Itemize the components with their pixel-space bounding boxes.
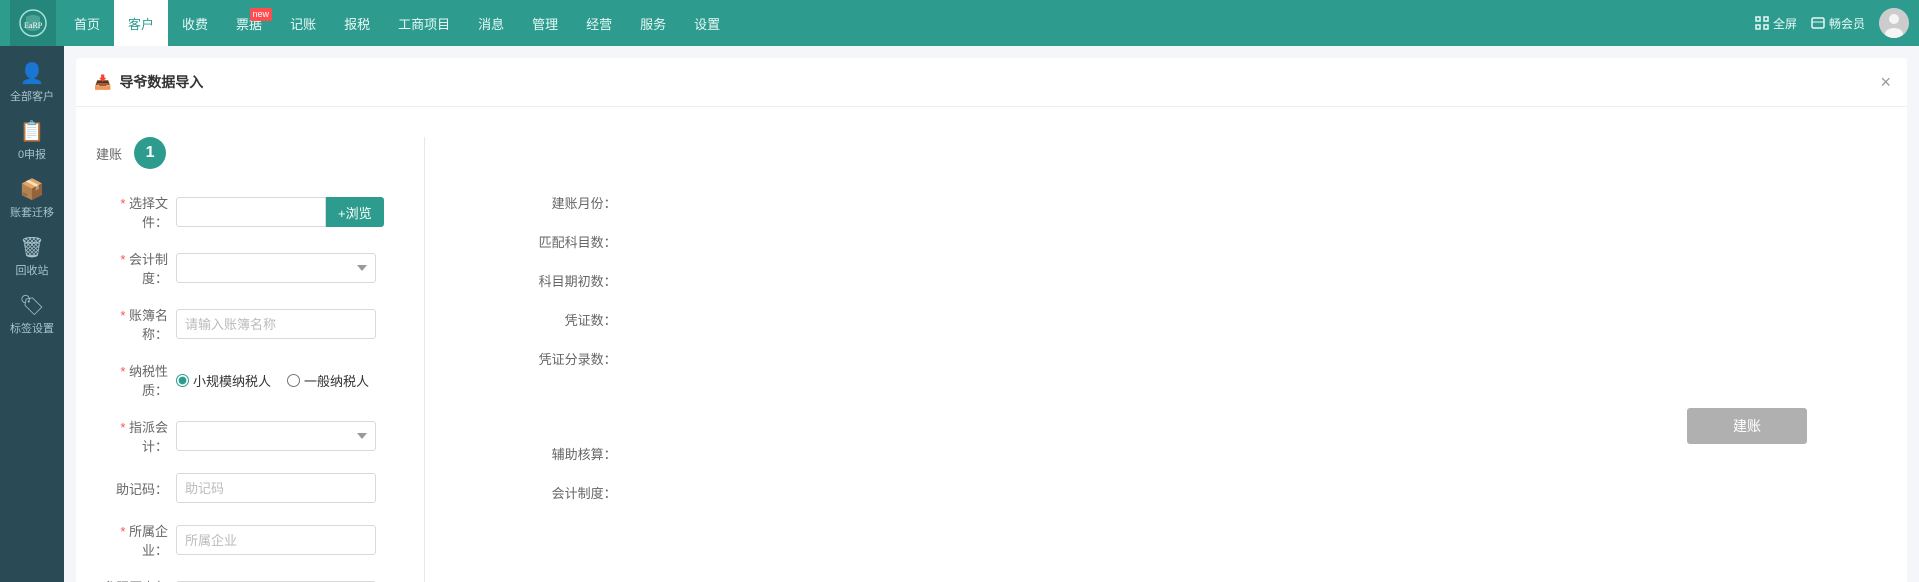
sidebar-item-all-clients[interactable]: 👤 全部客户 (0, 54, 64, 112)
nav-invoice[interactable]: 票据 new (222, 0, 276, 46)
sidebar-item-migrate[interactable]: 📦 账套迁移 (0, 170, 64, 228)
step-circle: 1 (134, 137, 166, 169)
nav-menu: 首页 客户 收费 票据 new 记账 报税 工商项目 消息 管理 经营 服务 设… (60, 0, 734, 46)
subject-init-row: 科目期初数： (525, 271, 1887, 290)
fullscreen-button[interactable]: 全屏 (1755, 15, 1797, 32)
dialog-title-icon: 📥 (94, 74, 111, 91)
avatar-icon (1879, 8, 1909, 38)
svg-text:EaRP: EaRP (24, 21, 43, 30)
info-panel: 建账月份： 匹配科目数： 科目期初数： 凭证数： (525, 137, 1887, 582)
ref-year-label: 参照历史年度： (96, 577, 176, 582)
fullscreen-icon (1755, 16, 1769, 30)
nav-manage[interactable]: 管理 (518, 0, 572, 46)
member-button[interactable]: 畅会员 (1811, 15, 1865, 32)
accountant-label: 指派会计： (96, 417, 176, 455)
nav-service[interactable]: 服务 (626, 0, 680, 46)
accountant-row: 指派会计： (96, 417, 384, 455)
match-subject-label: 匹配科目数： (525, 232, 625, 251)
company-label: 所属企业： (96, 521, 176, 559)
tax-small-radio[interactable] (176, 374, 189, 387)
member-icon (1811, 16, 1825, 30)
nav-tax[interactable]: 报税 (330, 0, 384, 46)
panel-divider (424, 137, 425, 582)
form-section: 建账 1 选择文件： +浏览 会计制度： (96, 137, 384, 582)
tax-general-radio[interactable] (287, 374, 300, 387)
file-label: 选择文件： (96, 193, 176, 231)
file-input-group: +浏览 (176, 197, 384, 227)
nav-settings[interactable]: 设置 (680, 0, 734, 46)
ledger-name-label: 账簿名称： (96, 305, 176, 343)
build-button[interactable]: 建账 (1687, 408, 1807, 444)
ref-year-row: 参照历史年度： (96, 577, 384, 582)
nav-message[interactable]: 消息 (464, 0, 518, 46)
account-system-select[interactable] (176, 253, 376, 283)
dialog-header: 📥 导爷数据导入 (76, 58, 1907, 107)
nav-client[interactable]: 客户 (114, 0, 168, 46)
build-month-label: 建账月份： (525, 193, 625, 212)
tag-icon: 🏷 (19, 296, 44, 316)
nav-industry[interactable]: 工商项目 (384, 0, 464, 46)
account-system-row: 会计制度： (96, 249, 384, 287)
company-input[interactable] (176, 525, 376, 555)
company-row: 所属企业： (96, 521, 384, 559)
nav-right-area: 全屏 畅会员 (1755, 8, 1909, 38)
voucher-row: 凭证数： (525, 310, 1887, 329)
nav-home[interactable]: 首页 (60, 0, 114, 46)
user-avatar[interactable] (1879, 8, 1909, 38)
memo-row: 助记码： (96, 473, 384, 503)
new-badge: new (250, 8, 273, 21)
dialog-body: 建账 1 选择文件： +浏览 会计制度： (76, 107, 1907, 582)
memo-label: 助记码： (96, 479, 176, 498)
voucher-entries-label: 凭证分录数： (525, 349, 625, 368)
file-row: 选择文件： +浏览 (96, 193, 384, 231)
tax-type-radio-group: 小规模纳税人 一般纳税人 (176, 371, 369, 390)
all-clients-icon: 👤 (20, 64, 45, 84)
step-header: 建账 1 (96, 137, 384, 169)
ledger-name-input[interactable] (176, 309, 376, 339)
browse-button[interactable]: +浏览 (326, 197, 384, 227)
sidebar-item-trash[interactable]: 🗑 回收站 (0, 228, 64, 286)
info-account-system-row: 会计制度： (525, 483, 1887, 502)
step-label: 建账 (96, 144, 122, 163)
dialog-title: 导爷数据导入 (119, 72, 203, 92)
account-system-label: 会计制度： (96, 249, 176, 287)
nav-fee[interactable]: 收费 (168, 0, 222, 46)
sidebar-item-tag[interactable]: 🏷 标签设置 (0, 286, 64, 344)
top-navigation: EaRP 首页 客户 收费 票据 new 记账 报税 工商项目 消息 管理 经营… (0, 0, 1919, 46)
accountant-select[interactable] (176, 421, 376, 451)
main-layout: 👤 全部客户 📋 0申报 📦 账套迁移 🗑 回收站 🏷 标签设置 📥 导爷数据导… (0, 46, 1919, 582)
nav-operate[interactable]: 经营 (572, 0, 626, 46)
nav-account[interactable]: 记账 (276, 0, 330, 46)
voucher-entries-row: 凭证分录数： (525, 349, 1887, 368)
close-button[interactable]: × (1880, 72, 1891, 93)
trash-icon: 🗑 (19, 238, 44, 258)
tax-small-option[interactable]: 小规模纳税人 (176, 371, 271, 390)
aux-accounting-row: 辅助核算： (525, 444, 1887, 463)
app-logo[interactable]: EaRP (10, 0, 56, 46)
tax-type-label: 纳税性质： (96, 361, 176, 399)
main-content: 📥 导爷数据导入 × 建账 1 选择文件： (64, 46, 1919, 582)
build-month-row: 建账月份： (525, 193, 1887, 212)
tax-general-option[interactable]: 一般纳税人 (287, 371, 369, 390)
subject-init-label: 科目期初数： (525, 271, 625, 290)
aux-accounting-label: 辅助核算： (525, 444, 625, 463)
migrate-icon: 📦 (20, 180, 45, 200)
file-input[interactable] (176, 197, 326, 227)
ledger-name-row: 账簿名称： (96, 305, 384, 343)
import-dialog: 📥 导爷数据导入 × 建账 1 选择文件： (76, 58, 1907, 582)
memo-input[interactable] (176, 473, 376, 503)
sidebar: 👤 全部客户 📋 0申报 📦 账套迁移 🗑 回收站 🏷 标签设置 (0, 46, 64, 582)
voucher-label: 凭证数： (525, 310, 625, 329)
declare-icon: 📋 (20, 122, 45, 142)
info-account-system-label: 会计制度： (525, 483, 625, 502)
sidebar-item-declare[interactable]: 📋 0申报 (0, 112, 64, 170)
tax-type-row: 纳税性质： 小规模纳税人 一般纳税人 (96, 361, 384, 399)
match-subject-row: 匹配科目数： (525, 232, 1887, 251)
